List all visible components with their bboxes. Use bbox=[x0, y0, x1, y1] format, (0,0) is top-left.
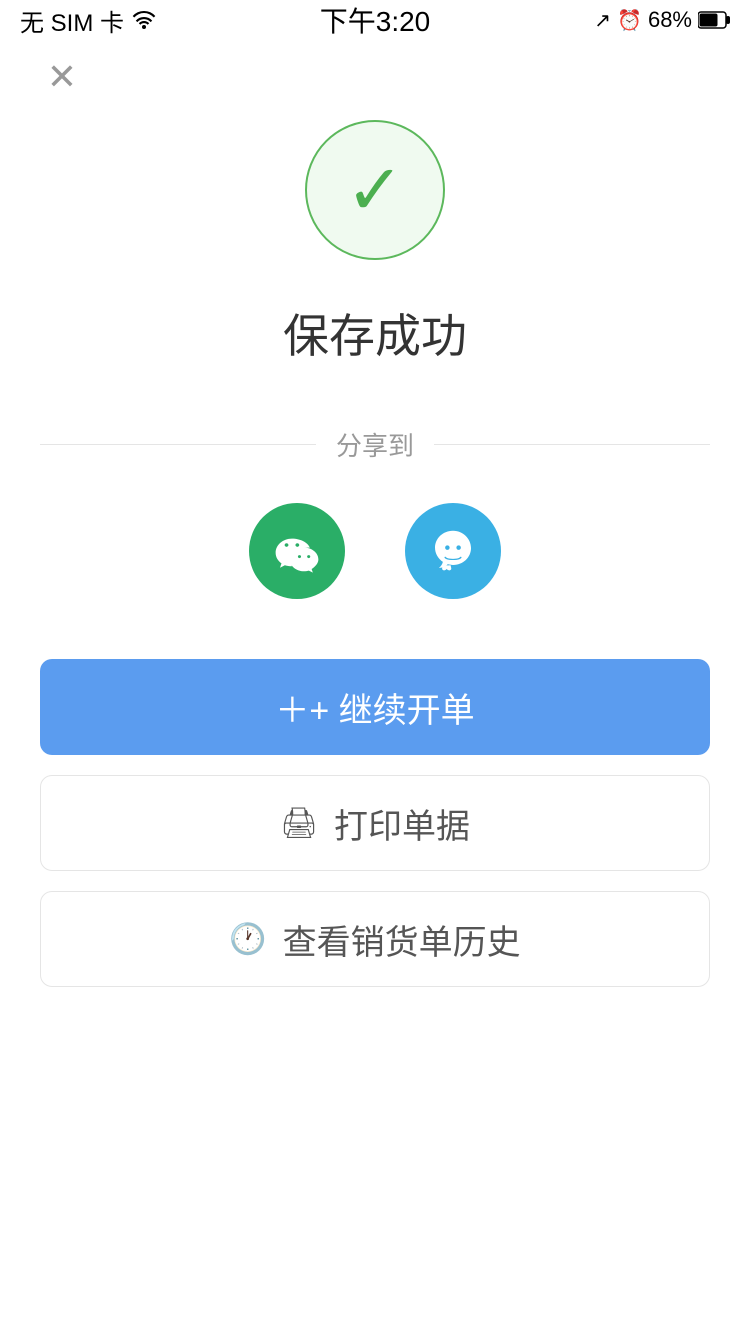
qq-icon bbox=[426, 524, 480, 578]
battery-icon bbox=[698, 11, 730, 29]
continue-button[interactable]: ＋ + 继续开单 bbox=[40, 659, 710, 755]
battery-text: 68% bbox=[648, 7, 692, 33]
continue-button-label: + 继续开单 bbox=[309, 683, 474, 732]
clock-icon: 🕐 bbox=[229, 922, 266, 957]
share-section: 分享到 bbox=[0, 426, 750, 599]
close-x-icon: ✕ bbox=[47, 59, 77, 95]
share-icons-row bbox=[40, 503, 710, 599]
success-icon-circle: ✓ bbox=[305, 120, 445, 260]
share-divider: 分享到 bbox=[40, 426, 710, 463]
share-label: 分享到 bbox=[316, 426, 434, 463]
divider-line-left bbox=[40, 444, 316, 445]
status-bar: 无 SIM 卡 下午3:20 ↗ ⏰ 68% bbox=[0, 0, 750, 40]
wechat-share-button[interactable] bbox=[249, 503, 345, 599]
close-button[interactable]: ✕ bbox=[40, 55, 84, 99]
divider-line-right bbox=[434, 444, 710, 445]
history-button[interactable]: 🕐 查看销货单历史 bbox=[40, 891, 710, 987]
success-title: 保存成功 bbox=[283, 300, 467, 366]
main-content: ✓ 保存成功 分享到 bbox=[0, 40, 750, 987]
history-button-label: 查看销货单历史 bbox=[283, 915, 521, 964]
wifi-icon bbox=[132, 11, 156, 29]
status-bar-left: 无 SIM 卡 bbox=[20, 3, 156, 38]
status-bar-right: ↗ ⏰ 68% bbox=[594, 7, 730, 33]
printer-icon: 🖨 bbox=[280, 806, 318, 841]
print-button-label: 打印单据 bbox=[334, 799, 470, 848]
action-buttons: ＋ + 继续开单 🖨 打印单据 🕐 查看销货单历史 bbox=[0, 659, 750, 987]
wechat-icon bbox=[270, 524, 324, 578]
alarm-icon: ⏰ bbox=[617, 8, 642, 33]
print-button[interactable]: 🖨 打印单据 bbox=[40, 775, 710, 871]
no-sim-text: 无 SIM 卡 bbox=[20, 3, 124, 38]
status-bar-time: 下午3:20 bbox=[320, 0, 431, 40]
location-icon: ↗ bbox=[594, 8, 611, 33]
plus-icon: ＋ bbox=[275, 683, 309, 732]
qq-share-button[interactable] bbox=[405, 503, 501, 599]
checkmark-icon: ✓ bbox=[346, 155, 405, 225]
